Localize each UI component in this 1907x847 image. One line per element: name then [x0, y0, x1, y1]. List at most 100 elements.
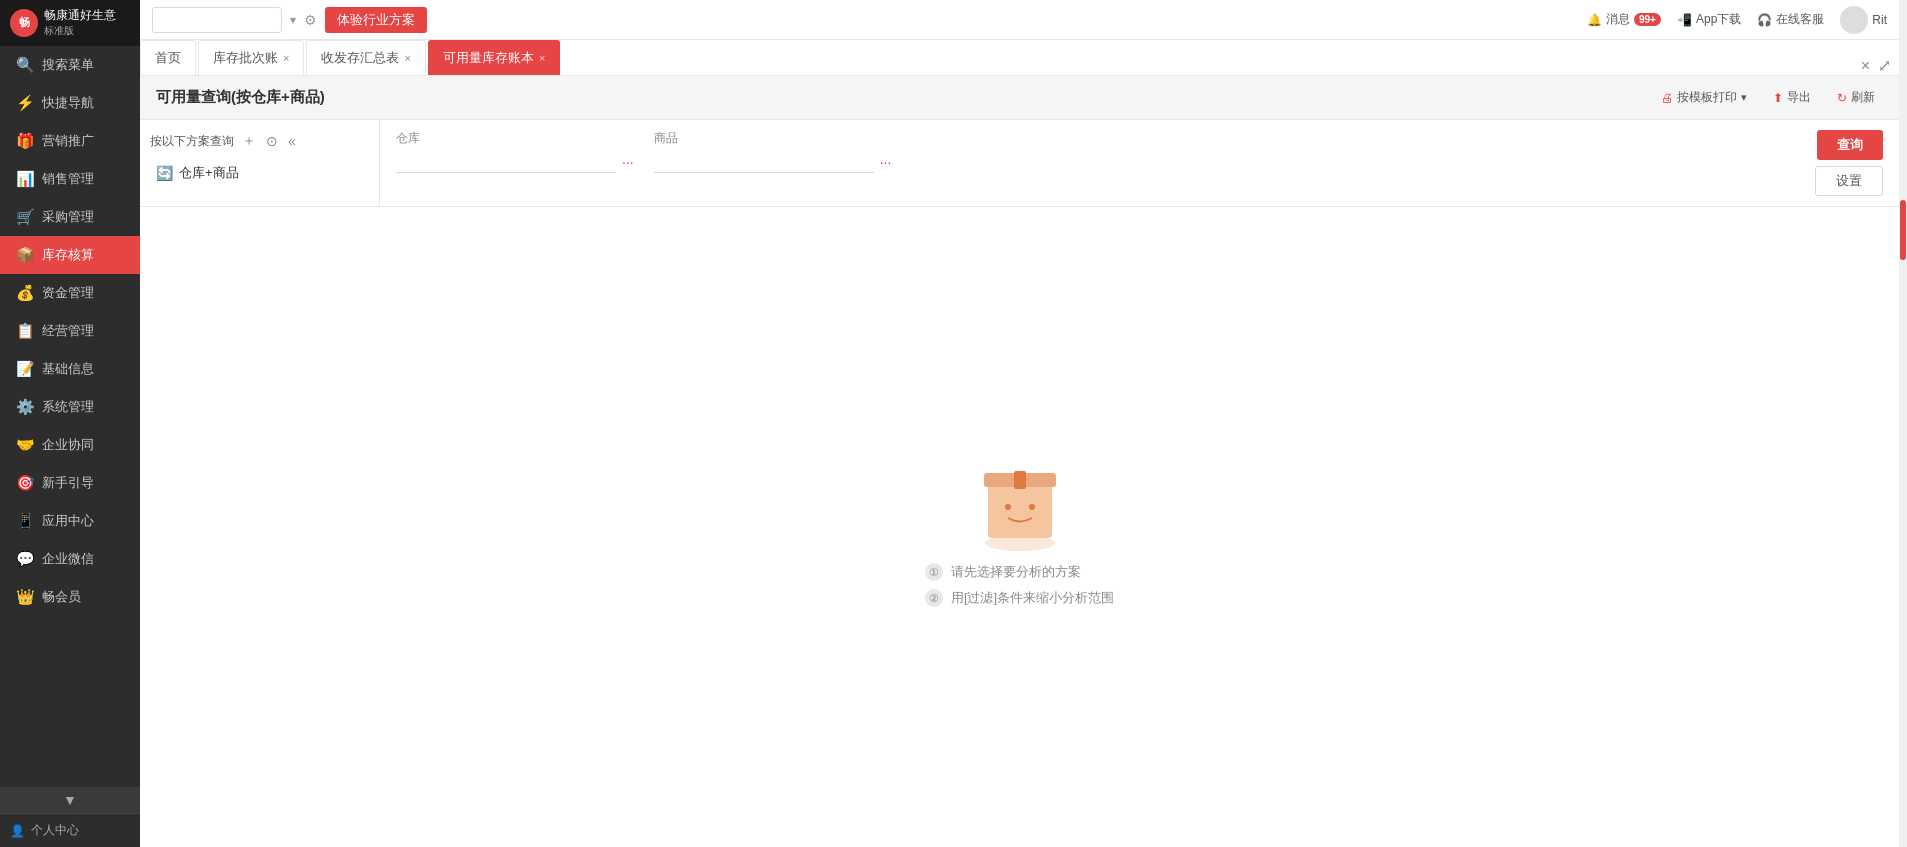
- lightning-icon: ⚡: [16, 94, 34, 112]
- clipboard-icon: 📋: [16, 322, 34, 340]
- sidebar-item-label: 企业微信: [42, 550, 94, 568]
- topbar-username: Rit: [1872, 13, 1887, 27]
- print-btn[interactable]: 🖨 按模板打印 ▾: [1653, 86, 1755, 109]
- sidebar-item-label: 快捷导航: [42, 94, 94, 112]
- scheme-settings-btn[interactable]: ⊙: [264, 131, 280, 151]
- product-label: 商品: [654, 130, 892, 147]
- box-icon: 📦: [16, 246, 34, 264]
- filter-panel: 仓库 ··· 商品 ···: [380, 120, 1799, 206]
- sidebar-item-label: 系统管理: [42, 398, 94, 416]
- tab-batch[interactable]: 库存批次账 ×: [198, 40, 304, 75]
- sidebar-item-finance[interactable]: 💰 资金管理: [0, 274, 140, 312]
- search-icon: 🔍: [16, 56, 34, 74]
- hint-item-2: ② 用[过滤]条件来缩小分析范围: [925, 585, 1114, 611]
- topbar-app-download-btn[interactable]: 📲 App下载: [1677, 11, 1741, 28]
- setting-button[interactable]: 设置: [1815, 166, 1883, 196]
- topbar-app-label: App下载: [1696, 11, 1741, 28]
- sidebar-item-purchase[interactable]: 🛒 采购管理: [0, 198, 140, 236]
- topbar-message-btn[interactable]: 🔔 消息 99+: [1587, 11, 1661, 28]
- product-input[interactable]: [654, 151, 874, 173]
- tab-close-icon[interactable]: ×: [283, 52, 289, 64]
- sidebar: 畅 畅康通好生意 标准版 🔍 搜索菜单 ⚡ 快捷导航 🎁 营销推广 📊 销售管理…: [0, 0, 140, 847]
- refresh-btn[interactable]: ↻ 刷新: [1829, 86, 1883, 109]
- sidebar-bottom: 👤 个人中心: [0, 813, 140, 847]
- sidebar-item-operation[interactable]: 📋 经营管理: [0, 312, 140, 350]
- query-area: 按以下方案查询 ＋ ⊙ « 🔄 仓库+商品 仓库 ··· 商品: [140, 120, 1899, 207]
- tab-collect[interactable]: 收发存汇总表 ×: [306, 40, 425, 75]
- chat-icon: 💬: [16, 550, 34, 568]
- industry-solution-button[interactable]: 体验行业方案: [325, 7, 427, 33]
- scheme-item-label: 仓库+商品: [179, 164, 239, 182]
- scheme-add-btn[interactable]: ＋: [240, 130, 258, 152]
- tab-label: 收发存汇总表: [321, 49, 399, 67]
- sidebar-item-marketing[interactable]: 🎁 营销推广: [0, 122, 140, 160]
- tab-home[interactable]: 首页: [140, 40, 196, 75]
- sidebar-item-shortcut[interactable]: ⚡ 快捷导航: [0, 84, 140, 122]
- tab-close-icon[interactable]: ×: [404, 52, 410, 64]
- gear-icon: ⚙️: [16, 398, 34, 416]
- tab-close-window-btn[interactable]: ×: [1861, 57, 1870, 75]
- sidebar-item-inventory[interactable]: 📦 库存核算: [0, 236, 140, 274]
- topbar-right: 🔔 消息 99+ 📲 App下载 🎧 在线客服 Rit: [1587, 6, 1887, 34]
- avatar: [1840, 6, 1868, 34]
- product-more-btn[interactable]: ···: [880, 154, 892, 170]
- page-title: 可用量查询(按仓库+商品): [156, 88, 325, 107]
- topbar-gear-icon[interactable]: ⚙: [304, 12, 317, 28]
- sidebar-item-wechat[interactable]: 💬 企业微信: [0, 540, 140, 578]
- refresh-circle-icon: 🔄: [156, 165, 173, 181]
- topbar-search-input[interactable]: [152, 7, 282, 33]
- topbar-service-label: 在线客服: [1776, 11, 1824, 28]
- svg-point-4: [1005, 504, 1011, 510]
- sidebar-title: 畅康通好生意: [44, 8, 116, 24]
- sidebar-item-sales[interactable]: 📊 销售管理: [0, 160, 140, 198]
- tab-label: 首页: [155, 49, 181, 67]
- export-btn[interactable]: ⬆ 导出: [1765, 86, 1819, 109]
- sidebar-item-appstore[interactable]: 📱 应用中心: [0, 502, 140, 540]
- warehouse-input-row: ···: [396, 151, 634, 173]
- print-label: 按模板打印: [1677, 89, 1737, 106]
- topbar-service-btn[interactable]: 🎧 在线客服: [1757, 11, 1824, 28]
- sidebar-user-label: 个人中心: [31, 822, 79, 839]
- gift-icon: 🎁: [16, 132, 34, 150]
- chevron-down-icon[interactable]: ▾: [1741, 91, 1747, 104]
- sidebar-item-member[interactable]: 👑 畅会员: [0, 578, 140, 616]
- tab-close-icon[interactable]: ×: [539, 52, 545, 64]
- page-header: 可用量查询(按仓库+商品) 🖨 按模板打印 ▾ ⬆ 导出 ↻ 刷新: [140, 76, 1899, 120]
- filter-warehouse: 仓库 ···: [396, 130, 634, 173]
- scheme-collapse-btn[interactable]: «: [286, 131, 298, 151]
- sidebar-item-label: 企业协同: [42, 436, 94, 454]
- tab-available[interactable]: 可用量库存账本 ×: [428, 40, 560, 75]
- sidebar-user-icon: 👤: [10, 824, 25, 838]
- right-edge: [1899, 0, 1907, 847]
- svg-rect-1: [988, 483, 1052, 538]
- warehouse-input[interactable]: [396, 151, 616, 173]
- sidebar-item-label: 畅会员: [42, 588, 81, 606]
- empty-hints: ① 请先选择要分析的方案 ② 用[过滤]条件来缩小分析范围: [925, 559, 1114, 611]
- topbar: ▾ ⚙ 体验行业方案 🔔 消息 99+ 📲 App下载 🎧 在线客服 Rit: [140, 0, 1899, 40]
- warehouse-more-btn[interactable]: ···: [622, 154, 634, 170]
- empty-box-svg: [970, 443, 1070, 553]
- scheme-item-warehouse-product[interactable]: 🔄 仓库+商品: [150, 160, 369, 186]
- scheme-panel-header: 按以下方案查询 ＋ ⊙ «: [150, 130, 369, 152]
- sidebar-item-label: 销售管理: [42, 170, 94, 188]
- scheme-header-label: 按以下方案查询: [150, 133, 234, 150]
- sidebar-item-guide[interactable]: 🎯 新手引导: [0, 464, 140, 502]
- sidebar-item-basic[interactable]: 📝 基础信息: [0, 350, 140, 388]
- hint-item-1: ① 请先选择要分析的方案: [925, 559, 1114, 585]
- sidebar-subtitle: 标准版: [44, 24, 116, 38]
- svg-rect-3: [1014, 471, 1026, 489]
- tab-expand-btn[interactable]: ⤢: [1878, 56, 1891, 75]
- sidebar-item-enterprise[interactable]: 🤝 企业协同: [0, 426, 140, 464]
- topbar-user-btn[interactable]: Rit: [1840, 6, 1887, 34]
- chevron-down-icon[interactable]: ▾: [290, 13, 296, 27]
- message-badge: 99+: [1634, 13, 1661, 26]
- hint-text-1: 请先选择要分析的方案: [951, 559, 1081, 585]
- sidebar-scroll-down[interactable]: ▼: [0, 787, 140, 813]
- content-area: ① 请先选择要分析的方案 ② 用[过滤]条件来缩小分析范围: [140, 207, 1899, 847]
- query-button[interactable]: 查询: [1817, 130, 1883, 160]
- sidebar-item-system[interactable]: ⚙️ 系统管理: [0, 388, 140, 426]
- hint-num-1: ①: [925, 563, 943, 581]
- page-actions: 🖨 按模板打印 ▾ ⬆ 导出 ↻ 刷新: [1653, 86, 1883, 109]
- sidebar-item-search[interactable]: 🔍 搜索菜单: [0, 46, 140, 84]
- right-edge-thumb: [1900, 200, 1906, 260]
